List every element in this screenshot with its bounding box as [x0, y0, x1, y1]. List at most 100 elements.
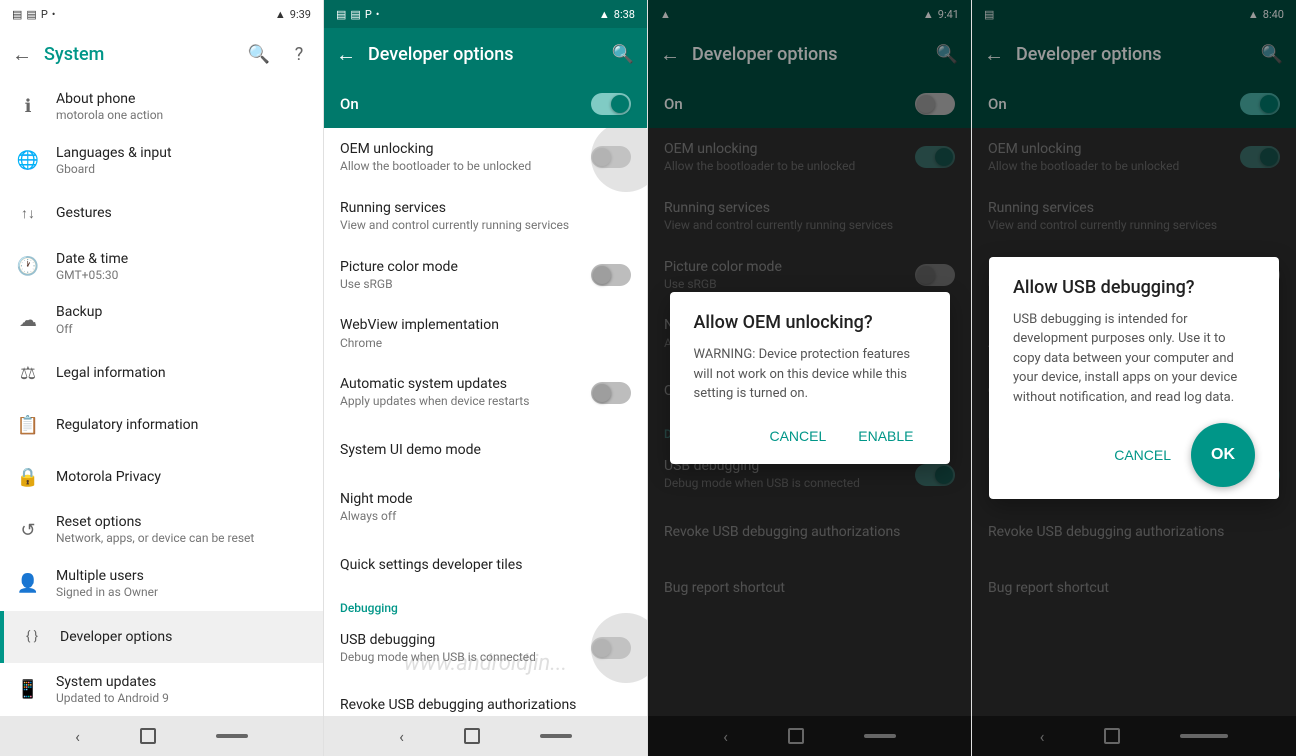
system-ui-item-2[interactable]: System UI demo mode	[324, 422, 647, 478]
picture-toggle-thumb-2	[593, 266, 611, 284]
quick-settings-item-2[interactable]: Quick settings developer tiles	[324, 537, 647, 593]
usb-dialog-actions: Cancel OK	[1013, 423, 1255, 487]
sim-icon: ▤	[12, 8, 22, 21]
regulatory-label: Regulatory information	[56, 416, 307, 434]
sim-icon-2: ▤	[336, 8, 346, 21]
nav-bar-1: ‹	[0, 716, 323, 756]
toggle-circle-2	[591, 128, 647, 192]
developer-title-2: Developer options	[368, 44, 599, 65]
usb-dialog: Allow USB debugging? USB debugging is in…	[989, 257, 1279, 500]
updates-label: System updates	[56, 673, 307, 691]
sidebar-item-backup[interactable]: ☁ Backup Off	[0, 293, 323, 347]
developer-options-panel-3: ▲ ▲ 9:41 ← Developer options 🔍 On OEM un…	[648, 0, 972, 756]
on-banner-2[interactable]: On	[324, 80, 647, 128]
sidebar-item-datetime[interactable]: 🕐 Date & time GMT+05:30	[0, 240, 323, 294]
sidebar-text-legal: Legal information	[56, 364, 307, 382]
developer-topbar-2: ← Developer options 🔍	[324, 28, 647, 80]
languages-label: Languages & input	[56, 144, 307, 162]
usb-debug-label-2: USB debugging	[340, 631, 591, 649]
night-mode-item-2[interactable]: Night mode Always off	[324, 478, 647, 537]
sidebar-item-legal[interactable]: ⚖ Legal information	[0, 347, 323, 399]
back-button-1[interactable]: ←	[12, 42, 32, 67]
picture-sub-2: Use sRGB	[340, 277, 591, 293]
oem-label-2: OEM unlocking	[340, 140, 591, 158]
oem-dialog-title: Allow OEM unlocking?	[694, 312, 926, 333]
system-title: System	[44, 44, 235, 65]
help-icon[interactable]: ?	[287, 42, 311, 66]
sidebar-text-updates: System updates Updated to Android 9	[56, 673, 307, 707]
sidebar-text-users: Multiple users Signed in as Owner	[56, 567, 307, 601]
nav-recents-2[interactable]	[540, 734, 572, 738]
sidebar-text-developer: Developer options	[60, 628, 307, 646]
webview-item-2[interactable]: WebView implementation Chrome	[324, 304, 647, 363]
sidebar-item-users[interactable]: 👤 Multiple users Signed in as Owner	[0, 557, 323, 611]
webview-sub-2: Chrome	[340, 336, 631, 352]
time-1: 9:39	[290, 8, 311, 21]
search-icon-1[interactable]: 🔍	[247, 42, 271, 66]
sidebar-item-reset[interactable]: ↺ Reset options Network, apps, or device…	[0, 503, 323, 557]
nav-home-1[interactable]	[140, 728, 156, 744]
sidebar-text-gestures: Gestures	[56, 204, 307, 222]
auto-updates-label-2: Automatic system updates	[340, 375, 591, 393]
sidebar-item-regulatory[interactable]: 📋 Regulatory information	[0, 399, 323, 451]
quick-settings-text-2: Quick settings developer tiles	[340, 556, 631, 574]
usb-toggle-circle-2	[591, 613, 647, 683]
legal-label: Legal information	[56, 364, 307, 382]
oem-enable-button[interactable]: Enable	[846, 420, 925, 452]
running-services-item-2[interactable]: Running services View and control curren…	[324, 187, 647, 246]
nav-recents-1[interactable]	[216, 734, 248, 738]
usb-dialog-content: USB debugging is intended for developmen…	[1013, 310, 1255, 408]
usb-cancel-button[interactable]: Cancel	[1102, 439, 1183, 471]
updates-icon: 📱	[16, 678, 40, 702]
nav-back-1[interactable]: ‹	[75, 727, 80, 746]
back-button-2[interactable]: ←	[336, 42, 356, 67]
developer-options-panel-4: ▤ ▲ 8:40 ← Developer options 🔍 On OEM un…	[972, 0, 1296, 756]
auto-updates-toggle-2[interactable]	[591, 382, 631, 404]
clock-icon: 🕐	[16, 254, 40, 278]
usb-debug-sub-2: Debug mode when USB is connected	[340, 650, 591, 666]
auto-updates-item-2[interactable]: Automatic system updates Apply updates w…	[324, 363, 647, 422]
oem-cancel-button[interactable]: Cancel	[757, 420, 838, 452]
sidebar-text-languages: Languages & input Gboard	[56, 144, 307, 178]
oem-dialog-actions: Cancel Enable	[694, 420, 926, 452]
users-label: Multiple users	[56, 567, 307, 585]
on-toggle-2[interactable]	[591, 93, 631, 115]
system-settings-panel: ▤ ▤ P • ▲ 9:39 ← System 🔍 ? ℹ About phon…	[0, 0, 324, 756]
running-sub-2: View and control currently running servi…	[340, 218, 631, 234]
wifi-icon: ▲	[275, 8, 286, 21]
debugging-header-2: Debugging	[324, 593, 647, 619]
legal-icon: ⚖	[16, 361, 40, 385]
sidebar-text-about: About phone motorola one action	[56, 90, 307, 124]
about-sub: motorola one action	[56, 108, 307, 124]
p-icon: P	[41, 8, 48, 21]
sidebar-text-privacy: Motorola Privacy	[56, 468, 307, 486]
oem-unlocking-item-2[interactable]: OEM unlocking Allow the bootloader to be…	[324, 128, 647, 187]
search-icon-2[interactable]: 🔍	[611, 42, 635, 66]
sidebar-item-updates[interactable]: 📱 System updates Updated to Android 9	[0, 663, 323, 716]
picture-toggle-2[interactable]	[591, 264, 631, 286]
sidebar-text-datetime: Date & time GMT+05:30	[56, 250, 307, 284]
backup-icon: ☁	[16, 308, 40, 332]
usb-ok-button[interactable]: OK	[1191, 423, 1255, 487]
oem-sub-2: Allow the bootloader to be unlocked	[340, 159, 591, 175]
nav-home-2[interactable]	[464, 728, 480, 744]
on-label-2: On	[340, 95, 591, 113]
sidebar-text-backup: Backup Off	[56, 303, 307, 337]
usb-debug-item-2[interactable]: USB debugging Debug mode when USB is con…	[324, 619, 647, 678]
revoke-usb-item-2[interactable]: Revoke USB debugging authorizations	[324, 677, 647, 716]
sidebar-item-privacy[interactable]: 🔒 Motorola Privacy	[0, 451, 323, 503]
time-2: 8:38	[614, 8, 635, 21]
oem-dialog-overlay: Allow OEM unlocking? WARNING: Device pro…	[648, 0, 971, 756]
night-mode-text-2: Night mode Always off	[340, 490, 631, 525]
sidebar-item-gestures[interactable]: ↑↓ Gestures	[0, 188, 323, 240]
status-right-2: ▲ 8:38	[599, 8, 635, 21]
backup-sub: Off	[56, 322, 307, 338]
status-right-1: ▲ 9:39	[275, 8, 311, 21]
system-topbar: ← System 🔍 ?	[0, 28, 323, 80]
sidebar-item-about[interactable]: ℹ About phone motorola one action	[0, 80, 323, 134]
developer-options-panel-2: ▤ ▤ P • ▲ 8:38 ← Developer options 🔍 On …	[324, 0, 648, 756]
nav-back-2[interactable]: ‹	[399, 727, 404, 746]
picture-color-item-2[interactable]: Picture color mode Use sRGB	[324, 246, 647, 305]
sidebar-item-languages[interactable]: 🌐 Languages & input Gboard	[0, 134, 323, 188]
sidebar-item-developer[interactable]: { } Developer options	[0, 611, 323, 663]
